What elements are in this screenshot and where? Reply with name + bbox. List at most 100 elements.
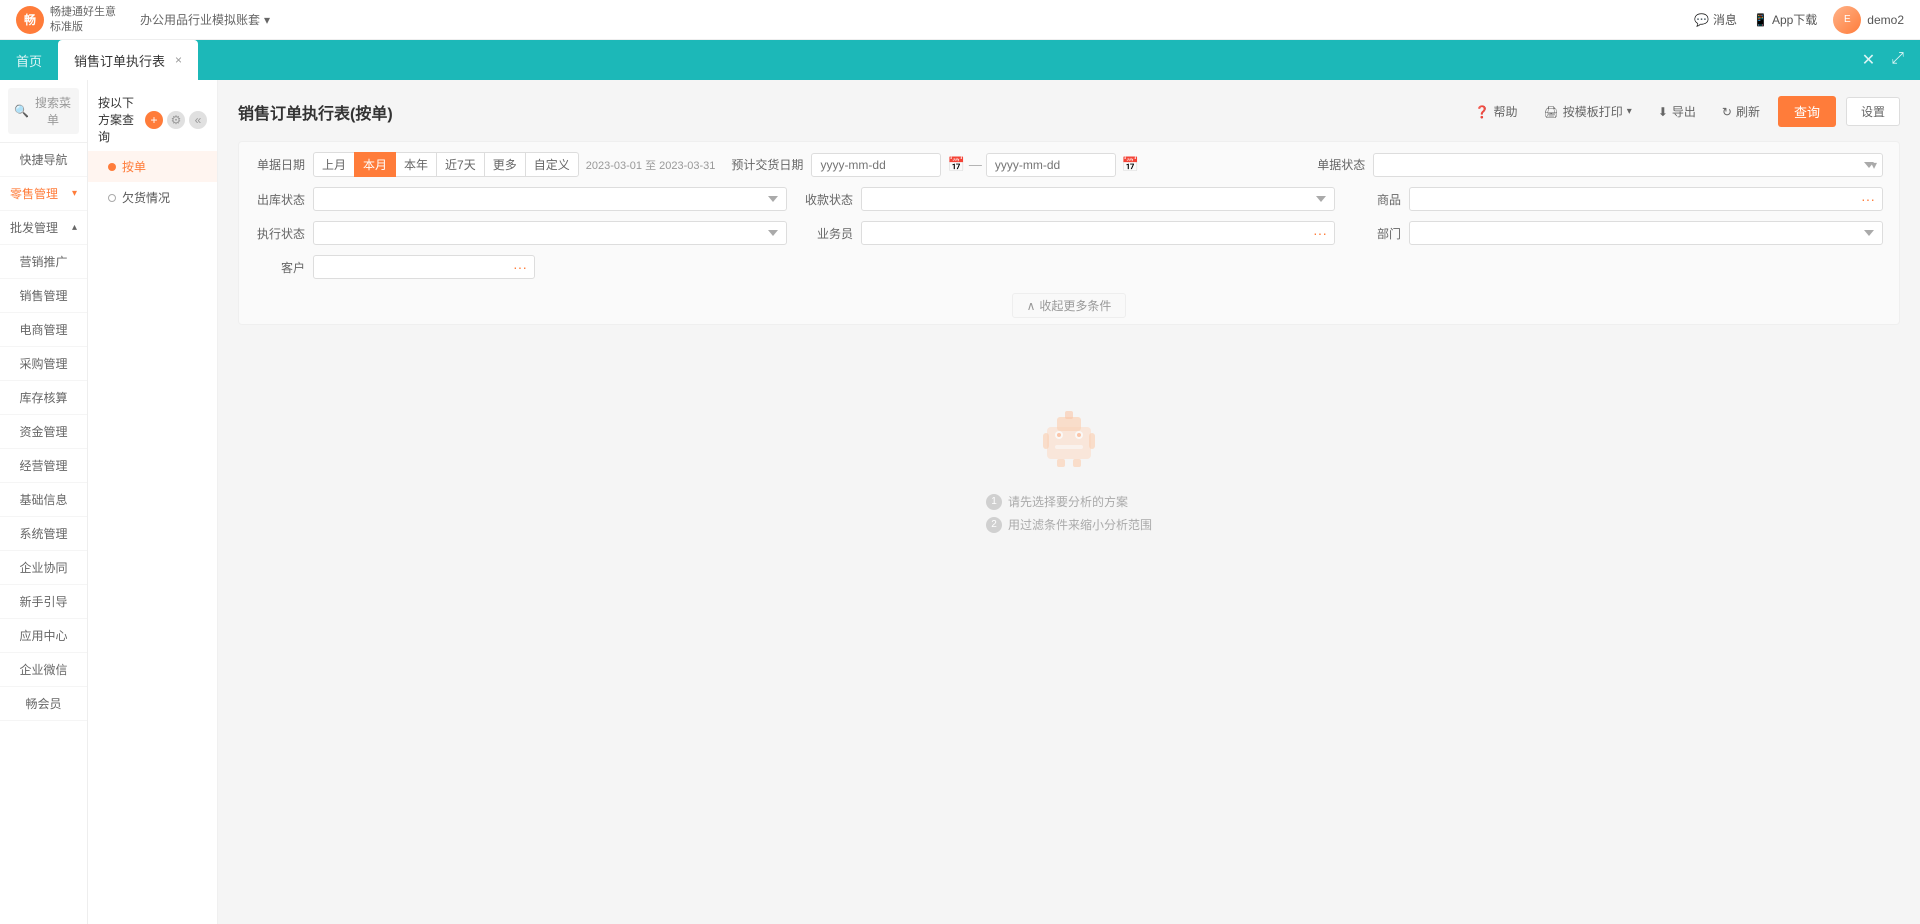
- add-scheme-button[interactable]: +: [145, 111, 163, 129]
- breadcrumb-dropdown-icon[interactable]: ▾: [264, 13, 270, 27]
- left-panel: 按以下方案查询 + ⚙ « 按单 欠: [88, 80, 218, 924]
- sidebar-item-system[interactable]: 系统管理: [0, 517, 87, 551]
- calendar-start-icon[interactable]: 📅: [947, 156, 964, 173]
- help-icon: ❓: [1475, 105, 1490, 119]
- export-icon: ⬇: [1658, 105, 1668, 119]
- export-button[interactable]: ⬇ 导出: [1650, 99, 1704, 124]
- app-download-button[interactable]: 📱 App下载: [1753, 11, 1817, 28]
- sidebar-item-wechat[interactable]: 企业微信: [0, 653, 87, 687]
- date-tab-this-year[interactable]: 本年: [395, 152, 437, 177]
- salesperson-label: 业务员: [803, 225, 853, 242]
- export-label: 导出: [1672, 103, 1696, 120]
- home-tab-label: 首页: [16, 51, 42, 70]
- sidebar-item-basic[interactable]: 基础信息: [0, 483, 87, 517]
- right-content: 销售订单执行表(按单) ❓ 帮助 🖨 按模板打印 ▾ ⬇ 导出: [218, 80, 1920, 924]
- sidebar-search-area: 🔍 搜索菜单: [0, 80, 87, 143]
- collapse-filter-button[interactable]: ∧ 收起更多条件: [1012, 293, 1127, 318]
- tip-text-1: 请先选择要分析的方案: [1008, 493, 1128, 510]
- tip-text-2: 用过滤条件来缩小分析范围: [1008, 516, 1152, 533]
- sidebar-item-finance[interactable]: 资金管理: [0, 415, 87, 449]
- collapse-panel-button[interactable]: «: [189, 111, 207, 129]
- tab-bar: 首页 销售订单执行表 × ✕ ⤢: [0, 40, 1920, 80]
- sidebar-item-retail[interactable]: 零售管理 ▾: [0, 177, 87, 211]
- filter-customer: 客户 ···: [255, 255, 535, 279]
- filter-section: 单据日期 上月 本月 本年: [238, 141, 1900, 325]
- filter-payment-status: 收款状态: [803, 187, 1335, 211]
- date-tab-7days[interactable]: 近7天: [436, 152, 485, 177]
- help-button[interactable]: ❓ 帮助: [1467, 99, 1526, 124]
- status-select[interactable]: [1373, 153, 1883, 177]
- sidebar-item-quick-nav[interactable]: 快捷导航: [0, 143, 87, 177]
- left-panel-actions: + ⚙ «: [145, 111, 207, 129]
- scheme-item-order[interactable]: 按单: [88, 151, 217, 182]
- salesperson-more-icon[interactable]: ···: [1309, 225, 1331, 241]
- sidebar-item-apps[interactable]: 应用中心: [0, 619, 87, 653]
- collapse-label: 收起更多条件: [1039, 297, 1111, 314]
- sidebar-item-ecommerce[interactable]: 电商管理: [0, 313, 87, 347]
- exec-status-select[interactable]: [313, 221, 787, 245]
- delivery-status-select[interactable]: [313, 187, 787, 211]
- customer-more-icon[interactable]: ···: [509, 259, 531, 275]
- active-scheme-dot: [108, 163, 116, 171]
- tab-home[interactable]: 首页: [0, 40, 58, 80]
- forecast-date-end[interactable]: [986, 153, 1116, 177]
- sidebar-item-operation[interactable]: 经营管理: [0, 449, 87, 483]
- refresh-icon: ↻: [1722, 105, 1732, 119]
- message-button[interactable]: 💬 消息: [1694, 11, 1737, 28]
- settings-button[interactable]: 设置: [1846, 97, 1900, 126]
- retail-label: 零售管理: [10, 185, 58, 202]
- customer-input-wrap: ···: [313, 255, 535, 279]
- settings-label: 设置: [1861, 105, 1885, 119]
- scheme-order-label: 按单: [122, 158, 146, 175]
- filter-row-1: 单据日期 上月 本月 本年: [255, 152, 1883, 177]
- sidebar-item-sales[interactable]: 销售管理: [0, 279, 87, 313]
- date-tab-last-month[interactable]: 上月: [313, 152, 355, 177]
- calendar-end-icon[interactable]: 📅: [1122, 156, 1139, 173]
- help-label: 帮助: [1494, 103, 1518, 120]
- retail-arrow: ▾: [72, 188, 77, 199]
- department-select[interactable]: [1409, 221, 1883, 245]
- search-menu-button[interactable]: 🔍 搜索菜单: [8, 88, 79, 134]
- main-content-wrapper: 按以下方案查询 + ⚙ « 按单 欠: [88, 80, 1920, 924]
- salesperson-input[interactable]: [861, 221, 1335, 245]
- tab-active[interactable]: 销售订单执行表 ×: [58, 40, 198, 80]
- scheme-item-backorder[interactable]: 欠货情况: [88, 182, 217, 213]
- main-layout: 🔍 搜索菜单 快捷导航 零售管理 ▾ 批发管理 ▴ 营销推广 销售管理 电商管理…: [0, 80, 1920, 924]
- tab-close-icon[interactable]: ×: [175, 53, 182, 67]
- date-tab-more[interactable]: 更多: [484, 152, 526, 177]
- filter-row-4: 客户 ···: [255, 255, 1883, 279]
- window-maximize-icon[interactable]: ⤢: [1887, 48, 1908, 72]
- settings-scheme-button[interactable]: ⚙: [167, 111, 185, 129]
- print-button[interactable]: 🖨 按模板打印 ▾: [1536, 99, 1640, 124]
- goods-more-icon[interactable]: ···: [1857, 191, 1879, 207]
- sidebar-item-marketing[interactable]: 营销推广: [0, 245, 87, 279]
- date-tab-custom[interactable]: 自定义: [525, 152, 579, 177]
- customer-input[interactable]: [313, 255, 535, 279]
- app-download-label: App下载: [1772, 11, 1817, 28]
- query-button[interactable]: 查询: [1778, 96, 1836, 127]
- message-label: 消息: [1713, 11, 1737, 28]
- sidebar-item-wholesale[interactable]: 批发管理 ▴: [0, 211, 87, 245]
- payment-status-select[interactable]: [861, 187, 1335, 211]
- sidebar-item-newbie[interactable]: 新手引导: [0, 585, 87, 619]
- salesperson-input-wrap: ···: [861, 221, 1335, 245]
- forecast-date-start[interactable]: [811, 153, 941, 177]
- user-profile[interactable]: E demo2: [1833, 6, 1904, 34]
- add-icon: +: [150, 113, 157, 127]
- filter-goods: 商品 ···: [1351, 187, 1883, 211]
- empty-tips: 1 请先选择要分析的方案 2 用过滤条件来缩小分析范围: [986, 493, 1152, 533]
- refresh-button[interactable]: ↻ 刷新: [1714, 99, 1768, 124]
- tip-num-2: 2: [986, 517, 1002, 533]
- date-tabs: 上月 本月 本年 近7天: [313, 152, 578, 177]
- sidebar-item-member[interactable]: 畅会员: [0, 687, 87, 721]
- wholesale-label: 批发管理: [10, 219, 58, 236]
- sidebar-item-inventory[interactable]: 库存核算: [0, 381, 87, 415]
- sidebar-item-purchase[interactable]: 采购管理: [0, 347, 87, 381]
- date-tab-this-month[interactable]: 本月: [354, 152, 396, 177]
- goods-input[interactable]: [1409, 187, 1883, 211]
- query-label: 查询: [1794, 105, 1820, 120]
- empty-tip-1: 1 请先选择要分析的方案: [986, 493, 1152, 510]
- window-close-icon[interactable]: ✕: [1858, 48, 1879, 72]
- sidebar-item-collab[interactable]: 企业协同: [0, 551, 87, 585]
- filter-exec-status: 执行状态: [255, 221, 787, 245]
